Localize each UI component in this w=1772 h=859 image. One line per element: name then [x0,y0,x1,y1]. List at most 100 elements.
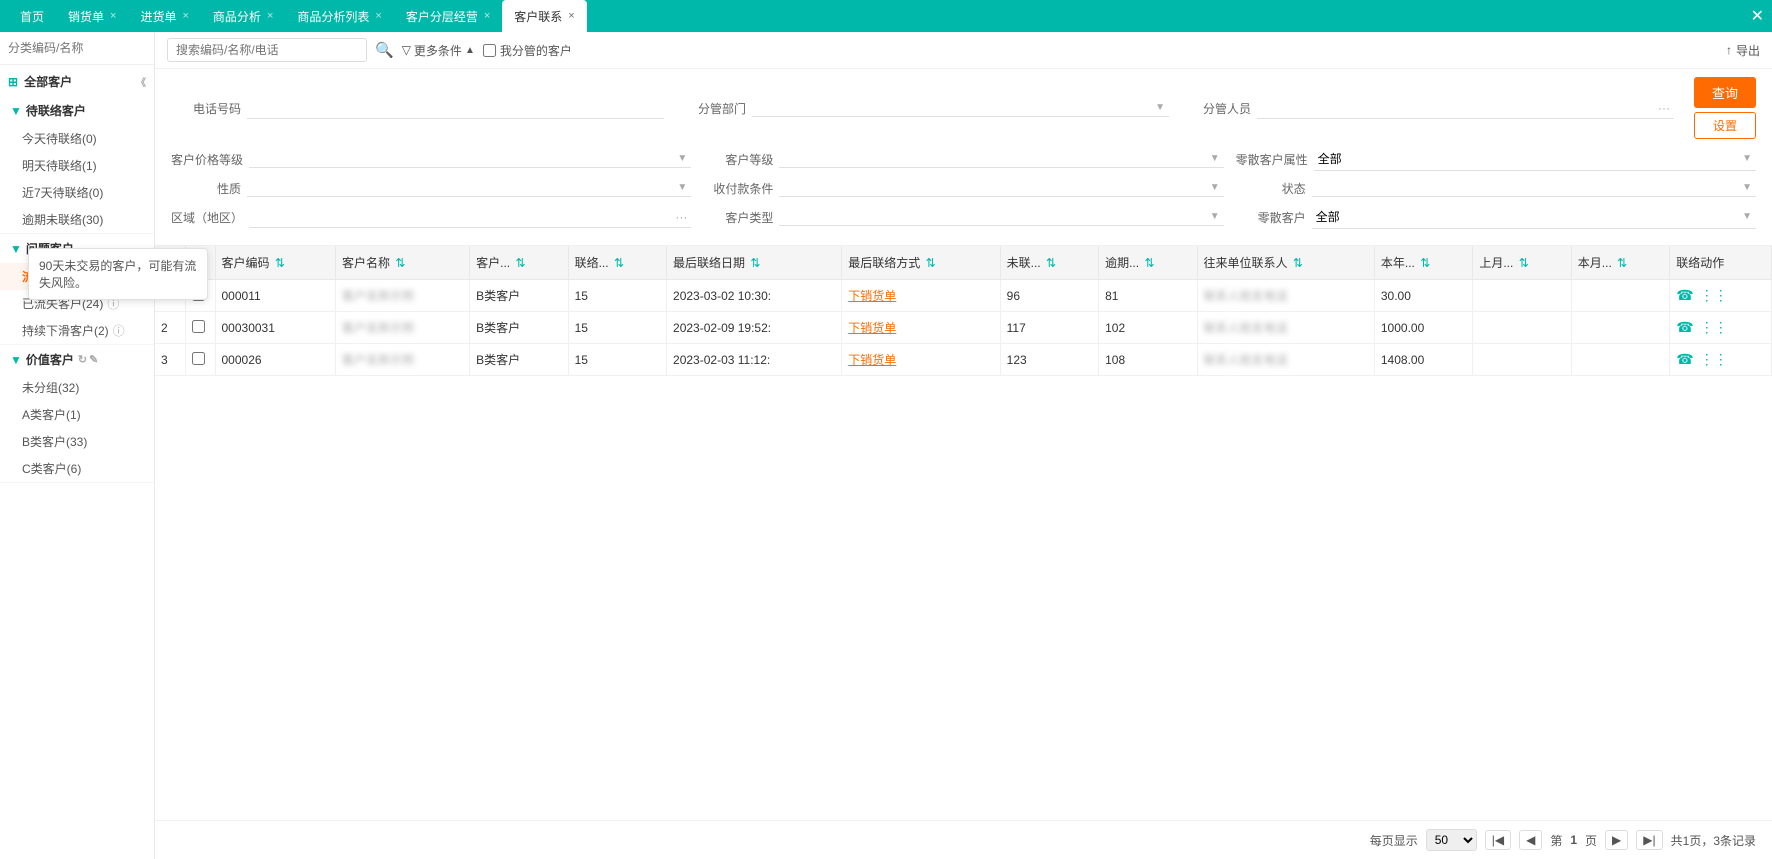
my-customers-checkbox-label[interactable]: 我分管的客户 [483,42,572,59]
row-this-month [1571,312,1669,344]
filter-customer-level-select[interactable]: ▼ [779,150,1223,168]
more-icon[interactable]: ··· [1658,101,1670,115]
filter-row-2: 客户价格等级 ▼ 客户等级 ▼ 零散客户属性 全部 [171,147,1756,171]
tab-customer-tier[interactable]: 客户分层经营 × [394,0,502,32]
filter-gender-select[interactable]: ▼ [247,179,691,197]
tab-bar: 首页 销货单 × 进货单 × 商品分析 × 商品分析列表 × 客户分层经营 × … [0,0,1772,32]
sort-icon-date[interactable]: ⇅ [750,256,760,270]
row-last-contact-method[interactable]: 下销货单 [842,344,1000,376]
contact-action-icon[interactable]: ☎ [1676,287,1693,304]
close-tab-product-analysis[interactable]: × [267,10,273,22]
tab-customer-contact[interactable]: 客户联系 × [502,0,586,32]
sort-icon-contact-person[interactable]: ⇅ [1293,256,1303,270]
grid-icon: ⊞ [8,75,18,89]
sort-icon-this-year[interactable]: ⇅ [1420,256,1430,270]
row-last-contact-method[interactable]: 下销货单 [842,312,1000,344]
filter-zero-purchase-attr-select[interactable]: 全部 ▼ [1314,147,1756,171]
refresh-icon[interactable]: ↻ [78,353,87,366]
page-last-button[interactable]: ▶| [1636,830,1662,850]
filter-price-level-select[interactable]: ▼ [249,150,691,168]
contact-action-icon[interactable]: ☎ [1676,319,1693,336]
sort-icon-last-month[interactable]: ⇅ [1519,256,1529,270]
filter-customer-type-select[interactable]: ▼ [779,208,1223,226]
contact-method-link[interactable]: 下销货单 [848,289,896,303]
edit-icon[interactable]: ✎ [89,353,98,366]
close-tab-customer-tier[interactable]: × [484,10,490,22]
filter-branch-dept-select[interactable]: ▼ [752,99,1169,117]
th-contact: 联络... ⇅ [568,246,666,280]
row-select-checkbox[interactable] [192,352,205,365]
row-checkbox[interactable] [185,344,215,376]
sidebar-item-ungrouped[interactable]: 未分组(32) [0,374,154,401]
close-tab-customer-contact[interactable]: × [568,10,574,22]
sidebar-item-tomorrow-pending[interactable]: 明天待联络(1) [0,152,154,179]
more-action-icon[interactable]: ⋮⋮ [1700,319,1728,336]
setting-button[interactable]: 设置 [1694,112,1756,139]
filter-gender: 性质 ▼ [171,179,691,197]
sidebar-item-7day-pending[interactable]: 近7天待联络(0) [0,179,154,206]
sort-icon-this-month[interactable]: ⇅ [1617,256,1627,270]
region-more-icon[interactable]: ··· [675,210,687,224]
pagination: 每页显示 50 100 200 |◀ ◀ 第 1 页 ▶ ▶| 共1页，3条记录 [155,820,1772,859]
export-button[interactable]: ↑ 导出 [1726,42,1760,59]
contact-method-link[interactable]: 下销货单 [848,321,896,335]
row-this-year: 1000.00 [1374,312,1472,344]
sidebar-item-class-b[interactable]: B类客户(33) [0,428,154,455]
tab-purchase-order[interactable]: 进货单 × [128,0,200,32]
sort-icon-method[interactable]: ⇅ [926,256,936,270]
close-all-tabs[interactable]: ✕ [1751,6,1764,26]
row-this-year: 30.00 [1374,280,1472,312]
filter-region-select[interactable]: ··· [249,207,691,228]
filter-search-button[interactable]: 🔍 [375,41,394,59]
more-action-icon[interactable]: ⋮⋮ [1700,351,1728,368]
page-next-button[interactable]: ▶ [1605,830,1628,850]
row-checkbox[interactable] [185,312,215,344]
query-button[interactable]: 查询 [1694,77,1756,108]
th-last-contact-method: 最后联络方式 ⇅ [842,246,1000,280]
tab-home[interactable]: 首页 [8,0,56,32]
sidebar-item-class-a[interactable]: A类客户(1) [0,401,154,428]
per-page-select[interactable]: 50 100 200 [1426,829,1477,851]
sidebar-search-input[interactable] [8,41,155,55]
filter-status-select[interactable]: ▼ [1312,179,1756,197]
more-action-icon[interactable]: ⋮⋮ [1700,287,1728,304]
more-conditions-toggle[interactable]: ▽ 更多条件 ▲ [402,42,475,59]
page-first-button[interactable]: |◀ [1485,830,1511,850]
table-header-row: ⚙ 客户编码 ⇅ 客户名称 ⇅ 客户... ⇅ [155,246,1772,280]
filter-branch-person-select[interactable]: ··· [1257,98,1674,119]
sort-icon-contact[interactable]: ⇅ [614,256,624,270]
sort-icon-code[interactable]: ⇅ [275,256,285,270]
filter-zero-customer-select[interactable]: 全部 ▼ [1312,205,1756,229]
tab-product-analysis[interactable]: 商品分析 × [201,0,285,32]
sort-icon-not-contacted[interactable]: ⇅ [1046,256,1056,270]
row-contact: 15 [568,344,666,376]
close-tab-purchase-order[interactable]: × [182,10,188,22]
sidebar-item-declining[interactable]: 持续下滑客户(2) ⓘ [0,317,154,344]
filter-search-input[interactable] [167,38,367,62]
filter-zero-purchase-attr: 零散客户属性 全部 ▼ [1236,147,1756,171]
sidebar-root[interactable]: ⊞ 全部客户 《 [0,65,154,96]
row-last-month [1473,280,1571,312]
sort-icon-name[interactable]: ⇅ [395,256,405,270]
filter-payment-terms-select[interactable]: ▼ [779,179,1223,197]
sidebar-group-pending-contact-title[interactable]: ▼ 待联络客户 [0,96,154,125]
page-prev-button[interactable]: ◀ [1519,830,1542,850]
filter-phone-input[interactable] [247,98,664,119]
contact-method-link[interactable]: 下销货单 [848,353,896,367]
sidebar-item-overdue-pending[interactable]: 逾期未联络(30) [0,206,154,233]
close-tab-product-analysis-list[interactable]: × [375,10,381,22]
row-customer-code: 000011 [215,280,336,312]
sidebar-group-value-title[interactable]: ▼ 价值客户 ↻ ✎ [0,345,154,374]
row-select-checkbox[interactable] [192,320,205,333]
row-last-contact-method[interactable]: 下销货单 [842,280,1000,312]
sidebar-item-today-pending[interactable]: 今天待联络(0) [0,125,154,152]
tab-sales-order[interactable]: 销货单 × [56,0,128,32]
sort-icon-overdue[interactable]: ⇅ [1144,256,1154,270]
sidebar-item-class-c[interactable]: C类客户(6) [0,455,154,482]
close-tab-sales-order[interactable]: × [110,10,116,22]
my-customers-checkbox[interactable] [483,44,496,57]
sort-icon-type[interactable]: ⇅ [515,256,525,270]
contact-action-icon[interactable]: ☎ [1676,351,1693,368]
row-contact: 15 [568,280,666,312]
tab-product-analysis-list[interactable]: 商品分析列表 × [285,0,393,32]
